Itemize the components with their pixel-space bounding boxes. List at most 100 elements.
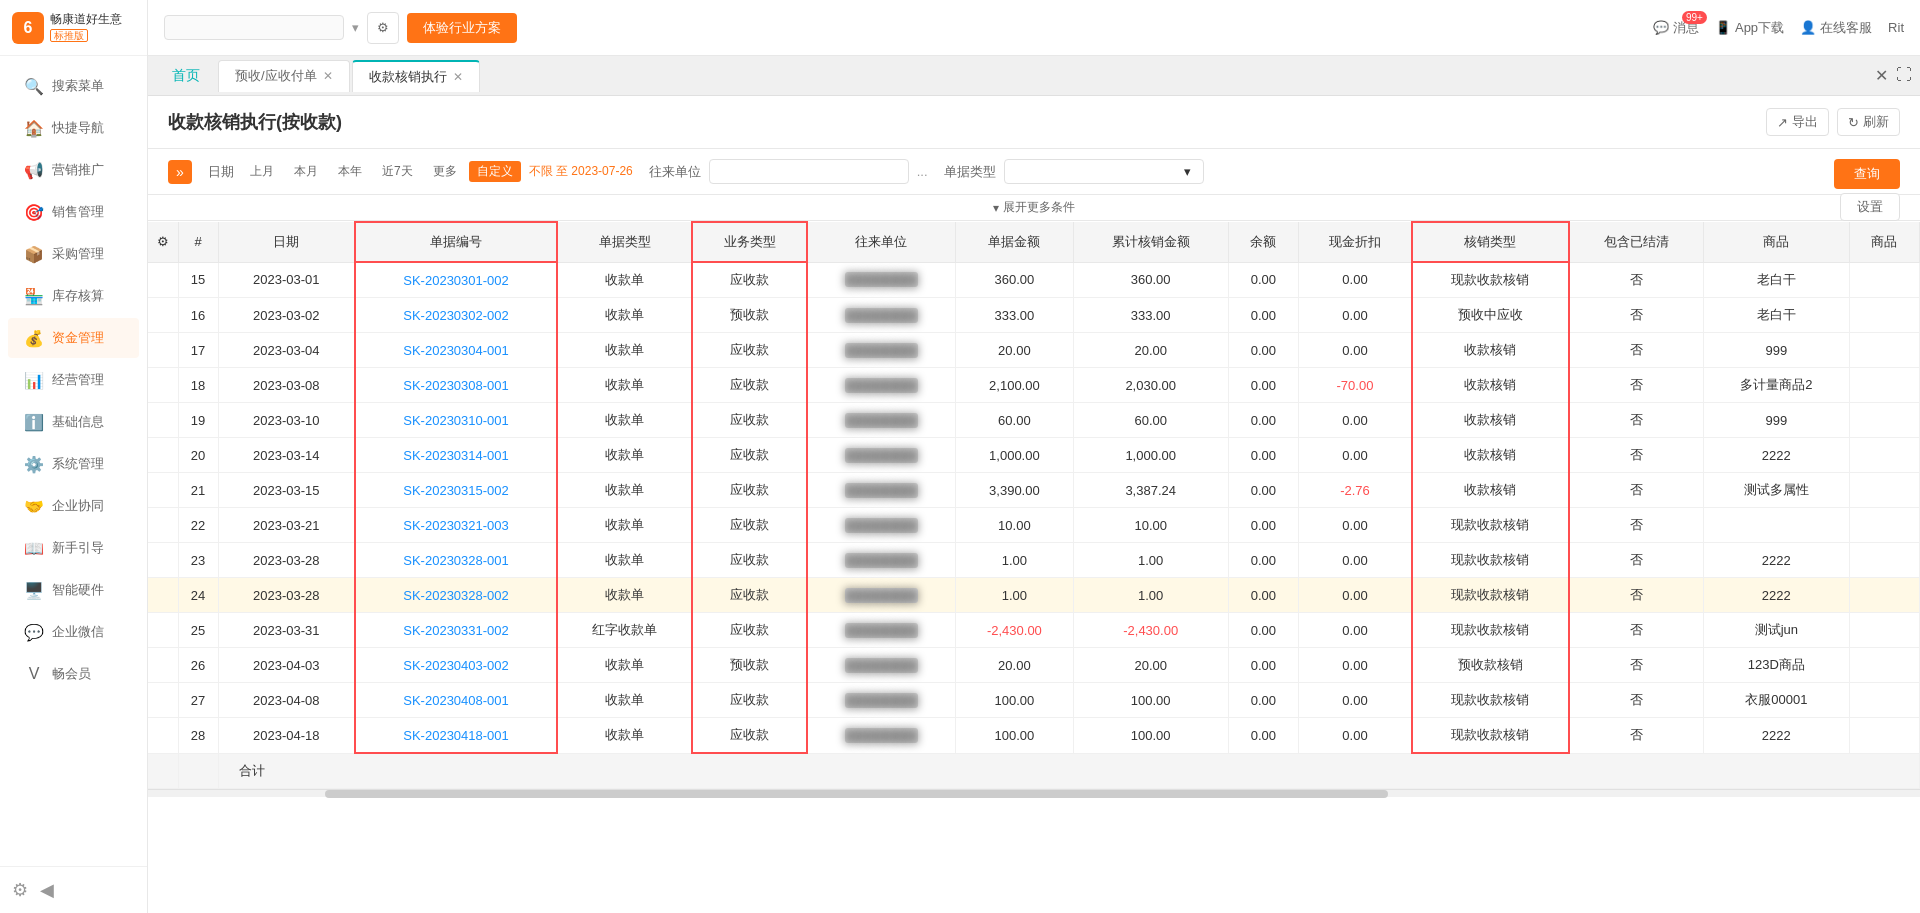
row-num: 19	[178, 403, 218, 438]
row-verify-type: 现款收款核销	[1412, 508, 1569, 543]
voucher-no-link[interactable]: SK-20230302-002	[403, 308, 509, 323]
tab-verify[interactable]: 收款核销执行 ✕	[352, 60, 480, 92]
app-download-button[interactable]: 📱 App下载	[1715, 19, 1784, 37]
voucher-no-link[interactable]: SK-20230315-002	[403, 483, 509, 498]
export-button[interactable]: ↗ 导出	[1766, 108, 1829, 136]
row-num: 16	[178, 298, 218, 333]
footer-label: 合计	[218, 753, 1920, 789]
row-date: 2023-04-03	[218, 648, 355, 683]
date-more[interactable]: 更多	[425, 161, 465, 182]
voucher-no-link[interactable]: SK-20230408-001	[403, 693, 509, 708]
online-service-button[interactable]: 👤 在线客服	[1800, 19, 1872, 37]
date-custom-btn[interactable]: 自定义	[469, 161, 521, 182]
voucher-no-link[interactable]: SK-20230310-001	[403, 413, 509, 428]
tab-expand-icon[interactable]: ⛶	[1896, 66, 1912, 85]
voucher-type-select[interactable]: ▾	[1004, 159, 1204, 184]
sidebar-item-wechat[interactable]: 💬企业微信	[8, 612, 139, 652]
row-include-settled: 否	[1569, 473, 1704, 508]
row-goods2	[1849, 438, 1919, 473]
row-biz-type: 应收款	[692, 438, 806, 473]
voucher-no-link[interactable]: SK-20230331-002	[403, 623, 509, 638]
row-biz-type: 应收款	[692, 368, 806, 403]
filter-toggle-button[interactable]: »	[168, 160, 192, 184]
voucher-no-link[interactable]: SK-20230301-002	[403, 273, 509, 288]
settings-icon[interactable]: ⚙	[12, 879, 28, 901]
col-header-voucher-type: 单据类型	[557, 222, 693, 262]
row-goods2	[1849, 298, 1919, 333]
row-include-settled: 否	[1569, 543, 1704, 578]
row-cumulative: -2,430.00	[1073, 613, 1228, 648]
partner-input[interactable]	[709, 159, 909, 184]
col-header-biz-type: 业务类型	[692, 222, 806, 262]
table-body: 15 2023-03-01 SK-20230301-002 收款单 应收款 ██…	[148, 262, 1920, 753]
voucher-no-link[interactable]: SK-20230328-001	[403, 553, 509, 568]
row-include-settled: 否	[1569, 333, 1704, 368]
row-goods2	[1849, 613, 1919, 648]
voucher-no-link[interactable]: SK-20230304-001	[403, 343, 509, 358]
row-amount: 1.00	[956, 543, 1073, 578]
breadcrumb-input[interactable]	[164, 15, 344, 40]
table-footer-row: 合计	[148, 753, 1920, 789]
row-voucher-type: 收款单	[557, 718, 693, 754]
user-avatar[interactable]: Rit	[1888, 20, 1904, 35]
tab-close-all-icon[interactable]: ✕	[1875, 66, 1888, 85]
row-biz-type: 应收款	[692, 403, 806, 438]
table-row: 19 2023-03-10 SK-20230310-001 收款单 应收款 ██…	[148, 403, 1920, 438]
voucher-no-link[interactable]: SK-20230403-002	[403, 658, 509, 673]
tab-home[interactable]: 首页	[156, 60, 216, 92]
voucher-no-link[interactable]: SK-20230328-002	[403, 588, 509, 603]
date-this-year[interactable]: 本年	[330, 161, 370, 182]
date-7days[interactable]: 近7天	[374, 161, 421, 182]
refresh-button[interactable]: ↻ 刷新	[1837, 108, 1900, 136]
row-gear	[148, 578, 178, 613]
tab-close-icon[interactable]: ✕	[323, 69, 333, 83]
sidebar-item-hardware[interactable]: 🖥️智能硬件	[8, 570, 139, 610]
sidebar-item-inventory[interactable]: 🏪库存核算	[8, 276, 139, 316]
message-button[interactable]: 💬 消息 99+	[1653, 19, 1699, 37]
sidebar-item-enterprise[interactable]: 🤝企业协同	[8, 486, 139, 526]
sidebar-item-sales[interactable]: 🎯销售管理	[8, 192, 139, 232]
gear-button[interactable]: ⚙	[367, 12, 399, 44]
sidebar-item-purchase[interactable]: 📦采购管理	[8, 234, 139, 274]
row-biz-type: 应收款	[692, 683, 806, 718]
row-biz-type: 应收款	[692, 262, 806, 298]
voucher-no-link[interactable]: SK-20230321-003	[403, 518, 509, 533]
row-voucher-type: 收款单	[557, 438, 693, 473]
sidebar-item-shortcut[interactable]: 🏠快捷导航	[8, 108, 139, 148]
row-num: 23	[178, 543, 218, 578]
sidebar-item-finance[interactable]: 💰资金管理	[8, 318, 139, 358]
row-biz-type: 预收款	[692, 298, 806, 333]
voucher-no-link[interactable]: SK-20230418-001	[403, 728, 509, 743]
row-goods2	[1849, 262, 1919, 298]
sidebar-item-guide[interactable]: 📖新手引导	[8, 528, 139, 568]
date-last-month[interactable]: 上月	[242, 161, 282, 182]
solution-button[interactable]: 体验行业方案	[407, 13, 517, 43]
col-header-voucher-no: 单据编号	[355, 222, 557, 262]
query-button[interactable]: 查询	[1834, 159, 1900, 189]
expand-conditions-button[interactable]: ▾ 展开更多条件	[993, 199, 1075, 216]
sidebar-item-search[interactable]: 🔍搜索菜单	[8, 66, 139, 106]
tab-close-active-icon[interactable]: ✕	[453, 70, 463, 84]
sidebar-item-member[interactable]: V畅会员	[8, 654, 139, 694]
more-conditions-icon[interactable]: ...	[917, 164, 928, 179]
date-this-month[interactable]: 本月	[286, 161, 326, 182]
collapse-icon[interactable]: ◀	[40, 879, 54, 901]
sidebar-item-system[interactable]: ⚙️系统管理	[8, 444, 139, 484]
row-goods2	[1849, 578, 1919, 613]
sidebar-item-operations[interactable]: 📊经营管理	[8, 360, 139, 400]
table-settings-button[interactable]: 设置	[1840, 193, 1900, 221]
row-num: 28	[178, 718, 218, 754]
row-biz-type: 应收款	[692, 333, 806, 368]
col-header-gear[interactable]: ⚙	[148, 222, 178, 262]
voucher-no-link[interactable]: SK-20230308-001	[403, 378, 509, 393]
service-icon: 👤	[1800, 20, 1816, 35]
row-goods2	[1849, 683, 1919, 718]
sidebar-item-marketing[interactable]: 📢营销推广	[8, 150, 139, 190]
row-partner: ████████	[807, 648, 956, 683]
sidebar-item-basic[interactable]: ℹ️基础信息	[8, 402, 139, 442]
tab-advance[interactable]: 预收/应收付单 ✕	[218, 60, 350, 92]
voucher-no-link[interactable]: SK-20230314-001	[403, 448, 509, 463]
sidebar-nav: 🔍搜索菜单🏠快捷导航📢营销推广🎯销售管理📦采购管理🏪库存核算💰资金管理📊经营管理…	[0, 56, 147, 866]
row-include-settled: 否	[1569, 718, 1704, 754]
voucher-type-filter-group: 单据类型 ▾	[944, 159, 1204, 184]
